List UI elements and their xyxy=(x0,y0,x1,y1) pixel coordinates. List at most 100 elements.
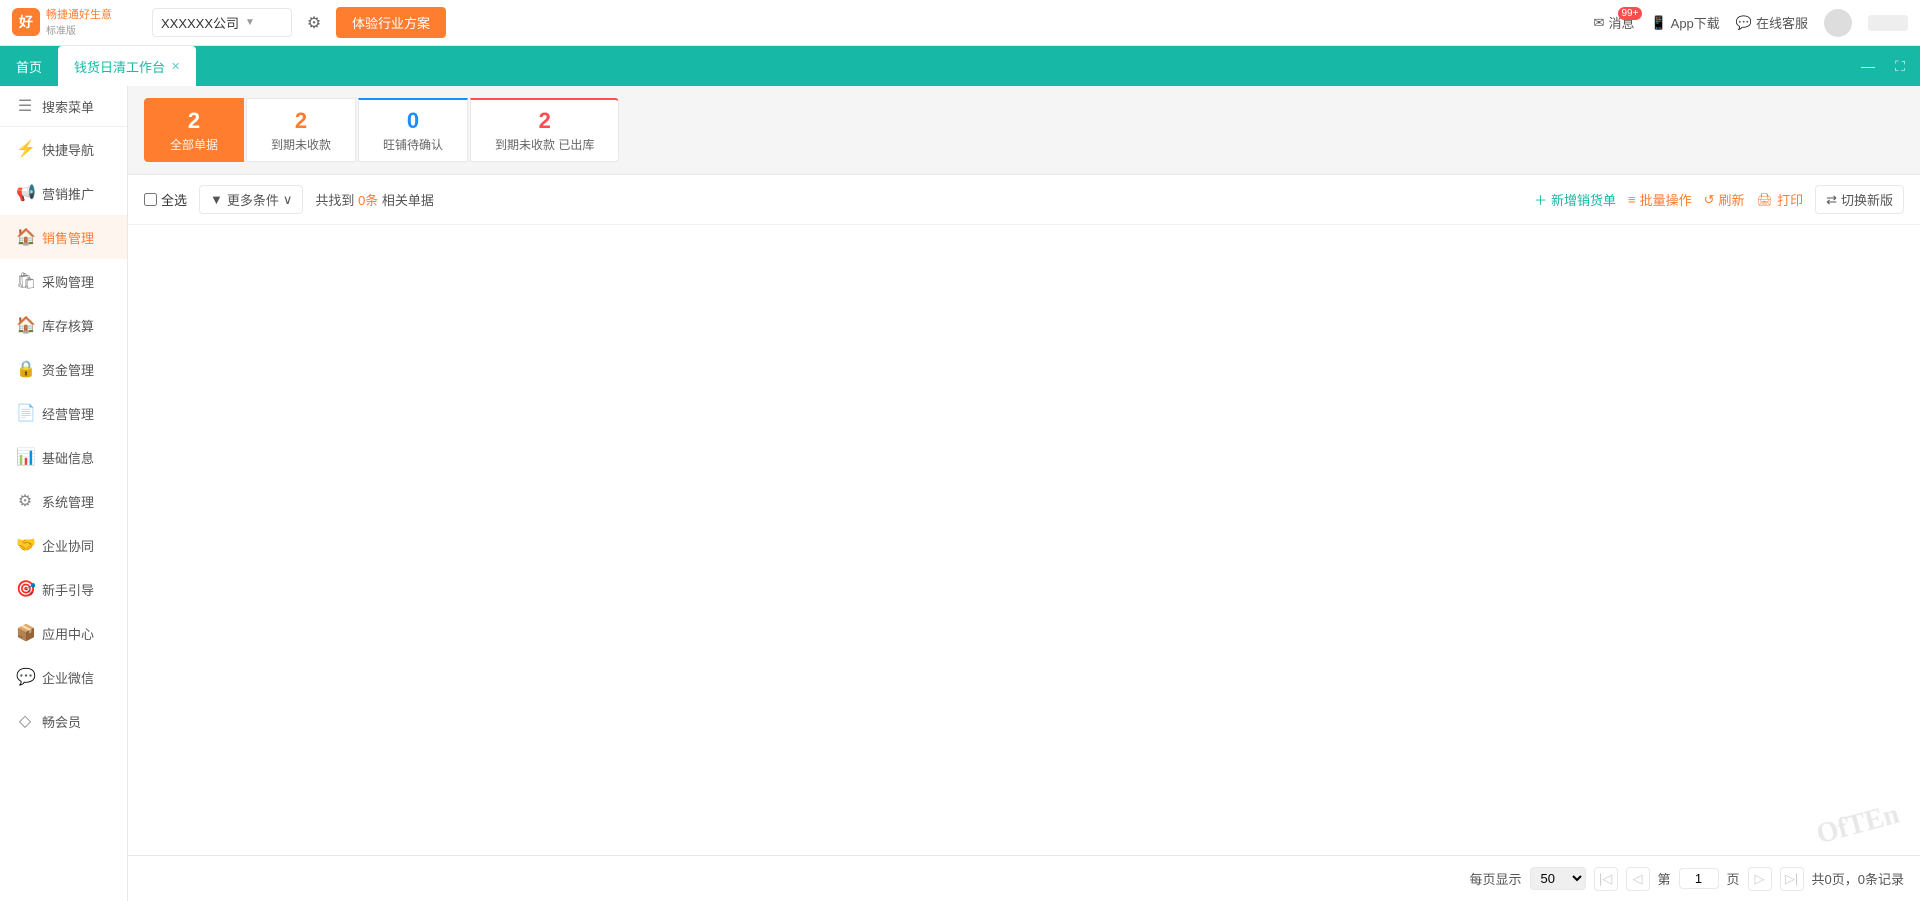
stat-overdue-label: 到期未收款 xyxy=(271,136,331,153)
tab-home[interactable]: 首页 xyxy=(0,46,58,86)
app-title: 畅捷通好生意 xyxy=(46,8,112,22)
print-button[interactable]: 🖨 打印 xyxy=(1757,190,1804,209)
tab-qianhuoricingongzuotai[interactable]: 钱货日清工作台 ✕ xyxy=(58,46,196,86)
refresh-icon: ↺ xyxy=(1704,192,1715,208)
batch-icon: ≡ xyxy=(1628,192,1636,207)
toolbar-right: ＋ 新增销货单 ≡ 批量操作 ↺ 刷新 🖨 打印 ⇄ 切换新版 xyxy=(1534,185,1904,214)
add-sales-order-button[interactable]: ＋ 新增销货单 xyxy=(1534,190,1616,209)
sidebar-marketing-label: 营销推广 xyxy=(42,184,94,203)
stats-tabs: 2 全部单据 2 到期未收款 0 旺铺待确认 2 到期未收款 已出库 xyxy=(128,86,1920,175)
found-text: 共找到 0条 相关单据 xyxy=(315,190,434,209)
stat-all-number: 2 xyxy=(188,108,200,134)
minimize-icon[interactable]: — xyxy=(1856,54,1880,78)
sidebar-item-member[interactable]: ◇ 畅会员 xyxy=(0,699,127,743)
refresh-button[interactable]: ↺ 刷新 xyxy=(1704,190,1745,209)
add-btn-label: 新增销货单 xyxy=(1551,190,1616,209)
select-all-label[interactable]: 全选 xyxy=(144,190,187,209)
print-icon: 🖨 xyxy=(1757,192,1774,208)
avatar[interactable] xyxy=(1824,9,1852,37)
maximize-icon[interactable]: ⛶ xyxy=(1888,54,1912,78)
tab-home-label: 首页 xyxy=(16,57,42,76)
per-page-label: 每页显示 xyxy=(1469,869,1521,888)
sidebar-item-sales[interactable]: 🏠 销售管理 xyxy=(0,215,127,259)
select-all-text: 全选 xyxy=(161,190,187,209)
sidebar-quicknav-label: 快捷导航 xyxy=(42,140,94,159)
page-label: 第 xyxy=(1658,869,1671,888)
switch-icon: ⇄ xyxy=(1826,192,1837,208)
prev-page-button[interactable]: ◁ xyxy=(1626,867,1650,891)
main-content: 2 全部单据 2 到期未收款 0 旺铺待确认 2 到期未收款 已出库 全选 xyxy=(128,86,1920,901)
add-icon: ＋ xyxy=(1534,190,1547,209)
refresh-label: 刷新 xyxy=(1719,190,1745,209)
online-service-label: 在线客服 xyxy=(1756,13,1808,32)
guide-icon: 🎯 xyxy=(16,579,34,599)
stat-tab-overdue[interactable]: 2 到期未收款 xyxy=(246,98,356,162)
page-input[interactable] xyxy=(1679,868,1719,889)
print-label: 打印 xyxy=(1777,190,1803,209)
sidebar-search[interactable]: ☰ 搜索菜单 xyxy=(0,86,127,127)
stat-overdue-number: 2 xyxy=(295,108,307,134)
sidebar-item-operations[interactable]: 📄 经营管理 xyxy=(0,391,127,435)
found-prefix: 共找到 xyxy=(315,193,354,208)
sidebar-item-quicknav[interactable]: ⚡ 快捷导航 xyxy=(0,127,127,171)
app-download-label: App下载 xyxy=(1671,13,1720,32)
stat-tab-all[interactable]: 2 全部单据 xyxy=(144,98,244,162)
sidebar-finance-label: 资金管理 xyxy=(42,360,94,379)
sidebar-item-marketing[interactable]: 📢 营销推广 xyxy=(0,171,127,215)
marketing-icon: 📢 xyxy=(16,183,34,203)
select-all-checkbox[interactable] xyxy=(144,193,157,206)
sidebar-item-inventory[interactable]: 🏠 库存核算 xyxy=(0,303,127,347)
sidebar-inventory-label: 库存核算 xyxy=(42,316,94,335)
sidebar-sales-label: 销售管理 xyxy=(42,228,94,247)
found-count: 0条 xyxy=(358,193,378,208)
per-page-select[interactable]: 50 20 100 xyxy=(1530,867,1586,890)
logo-area: 好 畅捷通好生意 标准版 xyxy=(12,8,140,37)
batch-label: 批量操作 xyxy=(1640,190,1692,209)
batch-operations-button[interactable]: ≡ 批量操作 xyxy=(1628,190,1692,209)
online-service-button[interactable]: 💬 在线客服 xyxy=(1736,13,1808,32)
sidebar-basicinfo-label: 基础信息 xyxy=(42,448,94,467)
sidebar-item-wechat[interactable]: 💬 企业微信 xyxy=(0,655,127,699)
tab-active-label: 钱货日清工作台 xyxy=(74,57,165,76)
sidebar: ☰ 搜索菜单 ⚡ 快捷导航 📢 营销推广 🏠 销售管理 🛍 采购管理 🏠 库存核… xyxy=(0,86,128,901)
sidebar-item-system[interactable]: ⚙ 系统管理 xyxy=(0,479,127,523)
sidebar-item-basicinfo[interactable]: 📊 基础信息 xyxy=(0,435,127,479)
top-header: 好 畅捷通好生意 标准版 XXXXXX公司 ▼ ⚙ 体验行业方案 ✉ 消息 99… xyxy=(0,0,1920,46)
system-icon: ⚙ xyxy=(16,491,34,511)
sidebar-item-guide[interactable]: 🎯 新手引导 xyxy=(0,567,127,611)
found-suffix: 相关单据 xyxy=(382,193,434,208)
app-subtitle: 标准版 xyxy=(46,22,112,37)
stat-shipped-label: 到期未收款 已出库 xyxy=(495,136,594,153)
settings-icon[interactable]: ⚙ xyxy=(300,9,328,37)
app-download-button[interactable]: 📱 App下载 xyxy=(1650,13,1719,32)
sidebar-item-appcenter[interactable]: 📦 应用中心 xyxy=(0,611,127,655)
last-page-button[interactable]: ▷| xyxy=(1780,867,1804,891)
more-filter-button[interactable]: ▼ 更多条件 ∨ xyxy=(199,185,303,214)
wechat-icon: 💬 xyxy=(16,667,34,687)
nav-tab-actions: — ⛶ xyxy=(1856,54,1920,78)
logo-icon: 好 xyxy=(12,8,40,36)
user-name[interactable] xyxy=(1868,15,1908,31)
finance-icon: 🔒 xyxy=(16,359,34,379)
enterprise-icon: 🤝 xyxy=(16,535,34,555)
message-icon: ✉ xyxy=(1594,15,1605,31)
sidebar-item-finance[interactable]: 🔒 资金管理 xyxy=(0,347,127,391)
stat-tab-shipped[interactable]: 2 到期未收款 已出库 xyxy=(470,98,619,162)
message-button[interactable]: ✉ 消息 99+ xyxy=(1594,13,1635,32)
table-area xyxy=(128,225,1920,855)
stat-tab-wangpu[interactable]: 0 旺铺待确认 xyxy=(358,98,468,162)
pagination-footer: 每页显示 50 20 100 |◁ ◁ 第 页 ▷ ▷| 共0页，0条记录 xyxy=(128,855,1920,901)
sidebar-search-label: 搜索菜单 xyxy=(42,97,94,116)
switch-version-button[interactable]: ⇄ 切换新版 xyxy=(1815,185,1904,214)
company-selector[interactable]: XXXXXX公司 ▼ xyxy=(152,8,292,37)
filter-icon: ▼ xyxy=(210,192,223,207)
basicinfo-icon: 📊 xyxy=(16,447,34,467)
total-info: 共0页，0条记录 xyxy=(1812,869,1904,888)
next-page-button[interactable]: ▷ xyxy=(1748,867,1772,891)
close-tab-icon[interactable]: ✕ xyxy=(171,60,180,73)
sidebar-item-enterprise[interactable]: 🤝 企业协同 xyxy=(0,523,127,567)
sidebar-item-purchase[interactable]: 🛍 采购管理 xyxy=(0,259,127,303)
industry-button[interactable]: 体验行业方案 xyxy=(336,7,446,38)
first-page-button[interactable]: |◁ xyxy=(1594,867,1618,891)
header-right: ✉ 消息 99+ 📱 App下载 💬 在线客服 xyxy=(1594,9,1908,37)
